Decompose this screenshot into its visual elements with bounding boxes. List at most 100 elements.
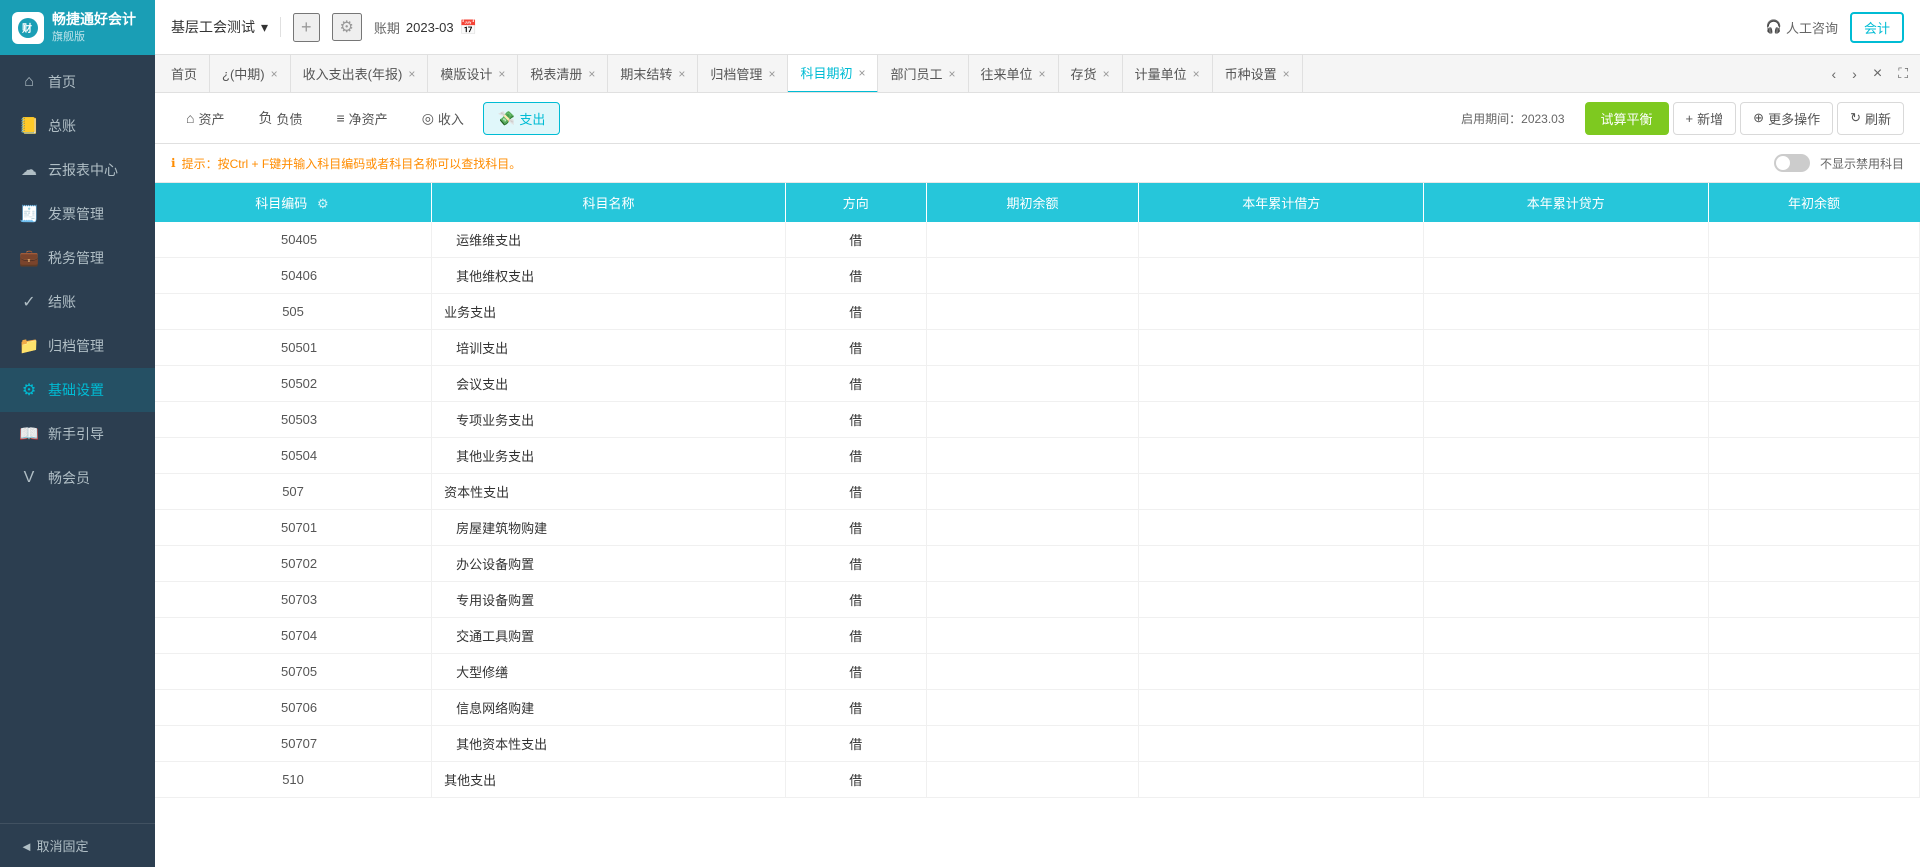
company-selector[interactable]: 基层工会测试 ▾ xyxy=(171,17,268,37)
income-icon: ◎ xyxy=(422,110,434,127)
table-row[interactable]: 50704 交通工具购置 借 xyxy=(155,618,1920,654)
add-btn[interactable]: + 新增 xyxy=(1673,102,1737,135)
cell-direction: 借 xyxy=(785,546,926,582)
tab-currency[interactable]: 币种设置 × xyxy=(1213,55,1303,93)
cell-ytd-debit xyxy=(1139,762,1424,798)
tab-close-counterpart[interactable]: × xyxy=(1039,67,1046,81)
more-actions-btn[interactable]: ⊕ 更多操作 xyxy=(1740,102,1833,135)
company-settings-btn[interactable]: ⚙ xyxy=(332,13,362,41)
table-row[interactable]: 50406 其他维权支出 借 xyxy=(155,258,1920,294)
sidebar-item-home[interactable]: ⌂ 首页 xyxy=(0,60,155,104)
table-row[interactable]: 50703 专用设备购置 借 xyxy=(155,582,1920,618)
sidebar-item-ledger[interactable]: 📒 总账 xyxy=(0,104,155,148)
calc-balance-btn[interactable]: 试算平衡 xyxy=(1585,102,1669,135)
sidebar-item-reports[interactable]: ☁ 云报表中心 xyxy=(0,148,155,192)
tab-tax[interactable]: 税表清册 × xyxy=(518,55,608,93)
tab-close-currency[interactable]: × xyxy=(1283,67,1290,81)
table-row[interactable]: 50501 培训支出 借 xyxy=(155,330,1920,366)
sidebar-item-settle[interactable]: ✓ 结账 xyxy=(0,280,155,324)
table-row[interactable]: 50405 运维维支出 借 xyxy=(155,222,1920,258)
settle-icon: ✓ xyxy=(20,293,38,311)
cell-code: 510 xyxy=(155,762,432,798)
subtab-expense[interactable]: 💸 支出 xyxy=(483,102,560,135)
svg-text:财: 财 xyxy=(21,22,32,35)
sidebar-item-tax[interactable]: 💼 税务管理 xyxy=(0,236,155,280)
sidebar-item-archive[interactable]: 📁 归档管理 xyxy=(0,324,155,368)
table-row[interactable]: 50706 信息网络购建 借 xyxy=(155,690,1920,726)
calendar-icon[interactable]: 📅 xyxy=(460,19,477,36)
subtab-liability[interactable]: 负 负债 xyxy=(243,101,317,135)
cell-opening xyxy=(926,402,1139,438)
tab-template[interactable]: 模版设计 × xyxy=(428,55,518,93)
table-row[interactable]: 507 资本性支出 借 xyxy=(155,474,1920,510)
subtab-income[interactable]: ◎ 收入 xyxy=(407,102,479,135)
cell-ytd-debit xyxy=(1139,294,1424,330)
tab-close-unit[interactable]: × xyxy=(1193,67,1200,81)
table-row[interactable]: 50503 专项业务支出 借 xyxy=(155,402,1920,438)
add-company-btn[interactable]: + xyxy=(293,13,320,42)
cell-year-begin xyxy=(1708,402,1919,438)
user-role-btn[interactable]: 会计 xyxy=(1850,12,1904,43)
tab-archive[interactable]: 归档管理 × xyxy=(698,55,788,93)
sidebar-item-basic[interactable]: ⚙ 基础设置 xyxy=(0,368,155,412)
cell-opening xyxy=(926,654,1139,690)
tab-inventory[interactable]: 存货 × xyxy=(1059,55,1123,93)
service-btn[interactable]: 🎧 人工咨询 xyxy=(1766,18,1838,37)
sidebar-toggle[interactable]: ◄ 取消固定 xyxy=(0,823,155,867)
close-tab-btn[interactable]: × xyxy=(1865,61,1890,87)
tab-close-archive[interactable]: × xyxy=(768,67,775,81)
table-row[interactable]: 50502 会议支出 借 xyxy=(155,366,1920,402)
tab-home[interactable]: 首页 xyxy=(159,55,210,93)
tab-dept[interactable]: 部门员工 × xyxy=(878,55,968,93)
tabbar-nav: ‹ › × ⛶ xyxy=(1824,61,1917,87)
scroll-left-btn[interactable]: ‹ xyxy=(1824,62,1845,86)
cell-ytd-debit xyxy=(1139,618,1424,654)
refresh-btn[interactable]: ↻ 刷新 xyxy=(1837,102,1904,135)
tab-unit[interactable]: 计量单位 × xyxy=(1123,55,1213,93)
cell-name: 信息网络购建 xyxy=(432,690,786,726)
table-row[interactable]: 505 业务支出 借 xyxy=(155,294,1920,330)
subtab-asset[interactable]: ⌂ 资产 xyxy=(171,102,239,135)
logo-icon: 财 xyxy=(12,12,44,44)
sidebar-item-invoice[interactable]: 🧾 发票管理 xyxy=(0,192,155,236)
subtab-net-asset[interactable]: ≡ 净资产 xyxy=(322,102,403,135)
cell-opening xyxy=(926,438,1139,474)
tab-counterpart[interactable]: 往来单位 × xyxy=(969,55,1059,93)
cell-opening xyxy=(926,690,1139,726)
cell-year-begin xyxy=(1708,726,1919,762)
table-row[interactable]: 50705 大型修缮 借 xyxy=(155,654,1920,690)
cell-opening xyxy=(926,366,1139,402)
tab-close-subject-init[interactable]: × xyxy=(858,66,865,80)
expand-btn[interactable]: ⛶ xyxy=(1890,61,1916,86)
tab-close-tax[interactable]: × xyxy=(588,67,595,81)
cell-ytd-credit xyxy=(1424,474,1709,510)
tab-close-period-end[interactable]: × xyxy=(678,67,685,81)
tab-close-inventory[interactable]: × xyxy=(1103,67,1110,81)
sidebar-item-member[interactable]: V 畅会员 xyxy=(0,456,155,500)
scroll-right-btn[interactable]: › xyxy=(1844,62,1865,86)
tab-close-balance-mid[interactable]: × xyxy=(271,67,278,81)
tab-close-dept[interactable]: × xyxy=(949,67,956,81)
tab-balance-mid[interactable]: ¿(中期) × xyxy=(210,55,291,93)
table-row[interactable]: 50504 其他业务支出 借 xyxy=(155,438,1920,474)
tab-close-income-annual[interactable]: × xyxy=(408,67,415,81)
cell-ytd-debit xyxy=(1139,654,1424,690)
tab-period-end[interactable]: 期末结转 × xyxy=(608,55,698,93)
table-row[interactable]: 50701 房屋建筑物购建 借 xyxy=(155,510,1920,546)
table-row[interactable]: 50707 其他资本性支出 借 xyxy=(155,726,1920,762)
col-header-ytd-debit: 本年累计借方 xyxy=(1139,183,1424,222)
cell-ytd-debit xyxy=(1139,690,1424,726)
table-row[interactable]: 50702 办公设备购置 借 xyxy=(155,546,1920,582)
cell-direction: 借 xyxy=(785,690,926,726)
cell-ytd-credit xyxy=(1424,330,1709,366)
sidebar-item-guide[interactable]: 📖 新手引导 xyxy=(0,412,155,456)
invoice-icon: 🧾 xyxy=(20,205,38,223)
tab-close-template[interactable]: × xyxy=(498,67,505,81)
tax-icon: 💼 xyxy=(20,249,38,267)
disable-toggle[interactable] xyxy=(1774,154,1810,172)
table-row[interactable]: 510 其他支出 借 xyxy=(155,762,1920,798)
cell-direction: 借 xyxy=(785,402,926,438)
settings-icon[interactable]: ⚙ xyxy=(315,196,331,212)
tab-income-annual[interactable]: 收入支出表(年报) × xyxy=(291,55,429,93)
tab-subject-init[interactable]: 科目期初 × xyxy=(788,55,878,93)
